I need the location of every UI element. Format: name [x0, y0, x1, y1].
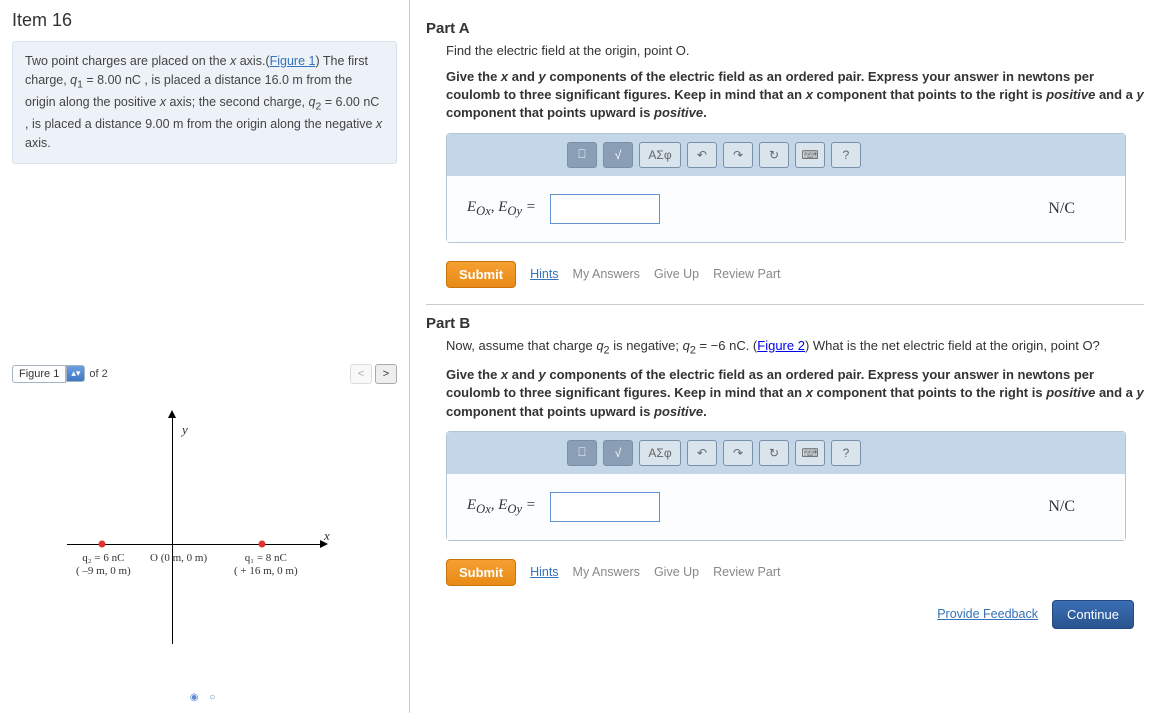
greek-icon[interactable]: ΑΣφ	[639, 142, 681, 168]
review-part-b[interactable]: Review Part	[713, 565, 780, 579]
part-a-answer-input[interactable]	[550, 194, 660, 224]
figure-next-button[interactable]: >	[375, 364, 397, 384]
keyboard-icon[interactable]: ⌨	[795, 440, 825, 466]
sqrt-icon[interactable]: √	[603, 142, 633, 168]
part-a-lhs: EOx, EOy =	[467, 199, 536, 219]
template-icon[interactable]: ⎕	[567, 142, 597, 168]
point-q1	[259, 540, 266, 547]
point-q2	[99, 540, 106, 547]
submit-button-a[interactable]: Submit	[446, 261, 516, 288]
part-a-prompt: Find the electric field at the origin, p…	[426, 43, 1144, 58]
part-b-prompt: Now, assume that charge q2 is negative; …	[426, 338, 1144, 357]
redo-icon[interactable]: ↷	[723, 142, 753, 168]
part-b-instructions: Give the x and y components of the elect…	[426, 366, 1144, 421]
reset-icon[interactable]: ↻	[759, 142, 789, 168]
equation-toolbar-b: ⎕ √ ΑΣφ ↶ ↷ ↻ ⌨ ?	[447, 432, 1125, 474]
part-b-lhs: EOx, EOy =	[467, 497, 536, 517]
greek-icon[interactable]: ΑΣφ	[639, 440, 681, 466]
give-up-a[interactable]: Give Up	[654, 267, 699, 281]
figure-select[interactable]: Figure 1	[12, 365, 66, 383]
help-icon[interactable]: ?	[831, 440, 861, 466]
figure-select-arrow[interactable]: ▴▾	[66, 365, 85, 382]
continue-button[interactable]: Continue	[1052, 600, 1134, 629]
part-a-unit: N/C	[1048, 200, 1075, 218]
figure-prev-button[interactable]: <	[350, 364, 372, 384]
figure-count: of 2	[89, 368, 107, 380]
my-answers-b[interactable]: My Answers	[573, 565, 640, 579]
template-icon[interactable]: ⎕	[567, 440, 597, 466]
hints-link-a[interactable]: Hints	[530, 267, 558, 281]
keyboard-icon[interactable]: ⌨	[795, 142, 825, 168]
figure-canvas: y x q₂ = 6 nC( –9 m, 0 m) O (0 m, 0 m) q…	[12, 404, 397, 684]
item-title: Item 16	[12, 10, 397, 31]
submit-button-b[interactable]: Submit	[446, 559, 516, 586]
provide-feedback-link[interactable]: Provide Feedback	[937, 607, 1038, 621]
redo-icon[interactable]: ↷	[723, 440, 753, 466]
review-part-a[interactable]: Review Part	[713, 267, 780, 281]
sqrt-icon[interactable]: √	[603, 440, 633, 466]
give-up-b[interactable]: Give Up	[654, 565, 699, 579]
part-a-label: Part A	[426, 20, 1144, 37]
my-answers-a[interactable]: My Answers	[573, 267, 640, 281]
problem-statement: Two point charges are placed on the x ax…	[12, 41, 397, 164]
hints-link-b[interactable]: Hints	[530, 565, 558, 579]
part-a-instructions: Give the x and y components of the elect…	[426, 68, 1144, 123]
figure-pager-dots[interactable]: ◉ ○	[12, 692, 397, 703]
part-b-answer-input[interactable]	[550, 492, 660, 522]
part-b-unit: N/C	[1048, 498, 1075, 516]
reset-icon[interactable]: ↻	[759, 440, 789, 466]
undo-icon[interactable]: ↶	[687, 440, 717, 466]
help-icon[interactable]: ?	[831, 142, 861, 168]
part-b-label: Part B	[426, 315, 1144, 332]
equation-toolbar-a: ⎕ √ ΑΣφ ↶ ↷ ↻ ⌨ ?	[447, 134, 1125, 176]
undo-icon[interactable]: ↶	[687, 142, 717, 168]
